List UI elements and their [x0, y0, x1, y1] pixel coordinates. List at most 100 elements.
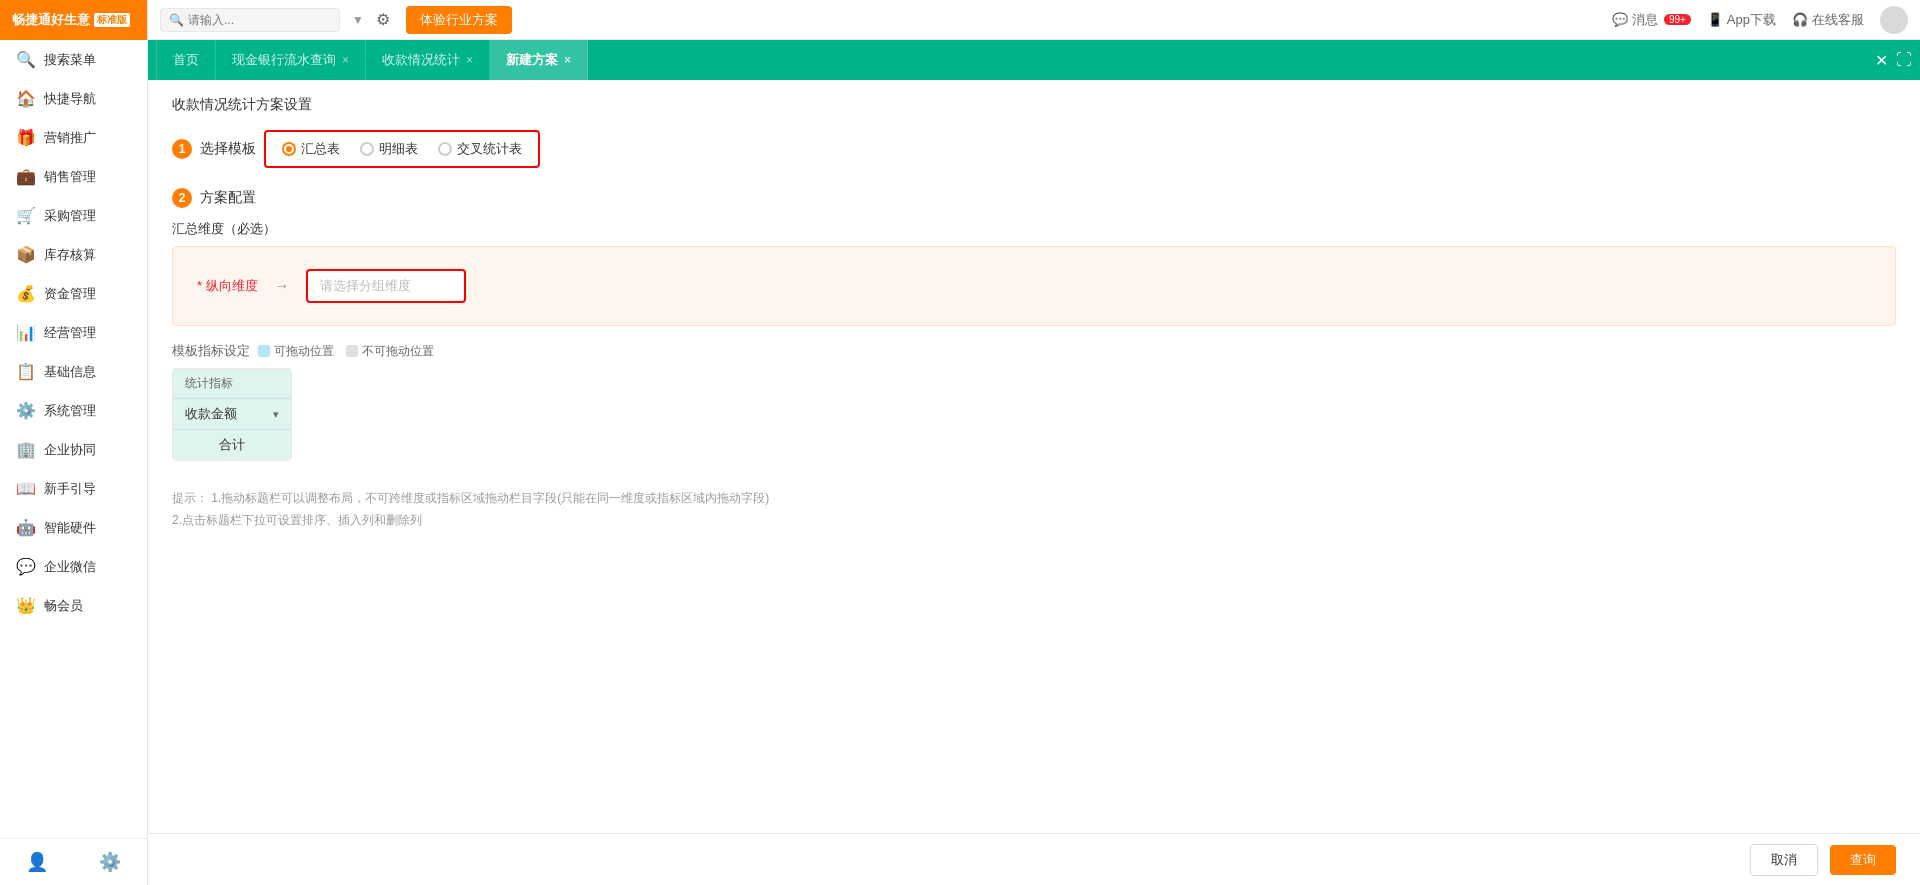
sidebar-item-guide[interactable]: 📖新手引导	[0, 469, 147, 508]
tab-close-cashflow[interactable]: ×	[342, 53, 349, 67]
sidebar-item-purchase[interactable]: 🛒采购管理	[0, 196, 147, 235]
draggable-dot	[258, 345, 270, 357]
notification-badge: 99+	[1664, 14, 1691, 25]
sidebar-item-sales[interactable]: 💼销售管理	[0, 157, 147, 196]
topbar-right: 💬 消息 99+ 📱 App下载 🎧 在线客服	[1612, 6, 1908, 34]
stats-table: 统计指标 收款金额 ▾ 合计	[172, 368, 292, 461]
sidebar-icon-finance: 💰	[16, 284, 36, 303]
avatar[interactable]	[1880, 6, 1908, 34]
radio-cross-circle	[438, 142, 452, 156]
sidebar-icon-quick-nav: 🏠	[16, 89, 36, 108]
sidebar-label-member: 畅会员	[44, 597, 83, 615]
template-radio-group: 汇总表 明细表 交叉统计表	[264, 130, 540, 168]
tip-line1: 提示： 1.拖动标题栏可以调整布局，不可跨维度或指标区域拖动栏目字段(只能在同一…	[172, 488, 1896, 510]
query-button[interactable]: 查询	[1830, 845, 1896, 875]
tab-label-cashflow: 现金银行流水查询	[232, 51, 336, 69]
sidebar-item-enterprise[interactable]: 🏢企业协同	[0, 430, 147, 469]
sidebar-icon-enterprise: 🏢	[16, 440, 36, 459]
draggable-label: 可拖动位置	[274, 343, 334, 360]
logo-text: 畅捷通好生意	[12, 11, 90, 29]
sidebar-item-operations[interactable]: 📊经营管理	[0, 313, 147, 352]
sidebar-label-basic-info: 基础信息	[44, 363, 96, 381]
radio-cross[interactable]: 交叉统计表	[438, 140, 522, 158]
nav-tab-home[interactable]: 首页	[156, 40, 216, 80]
nav-tabs: 首页现金银行流水查询×收款情况统计×新建方案× ✕ ⛶	[148, 40, 1920, 80]
industry-btn[interactable]: 体验行业方案	[406, 6, 512, 34]
topbar-search-box[interactable]: 🔍	[160, 8, 340, 32]
step2-label: 方案配置	[200, 189, 256, 207]
sidebar-label-finance: 资金管理	[44, 285, 96, 303]
radio-detail-circle	[360, 142, 374, 156]
dimension-selector[interactable]: 请选择分组维度	[306, 269, 466, 303]
close-window-icon[interactable]: ✕	[1875, 51, 1888, 70]
nav-tabs-right: ✕ ⛶	[1875, 51, 1912, 70]
nav-tab-cashflow[interactable]: 现金银行流水查询 ×	[216, 40, 366, 80]
radio-detail[interactable]: 明细表	[360, 140, 418, 158]
footer-bar: 取消 查询	[148, 833, 1920, 885]
radio-detail-label: 明细表	[379, 140, 418, 158]
radio-cross-label: 交叉统计表	[457, 140, 522, 158]
stats-table-body: 合计	[173, 430, 291, 460]
sidebar-label-quick-nav: 快捷导航	[44, 90, 96, 108]
tab-label-payment-stat: 收款情况统计	[382, 51, 460, 69]
sidebar-item-inventory[interactable]: 📦库存核算	[0, 235, 147, 274]
tab-close-payment-stat[interactable]: ×	[466, 53, 473, 67]
indicator-title: 模板指标设定	[172, 342, 250, 360]
sidebar: 畅捷通好生意 标准版 🔍搜索菜单🏠快捷导航🎁营销推广💼销售管理🛒采购管理📦库存核…	[0, 0, 148, 885]
topbar-dropdown-icon[interactable]: ▼	[352, 13, 364, 27]
sidebar-bottom-right[interactable]: ⚙️	[74, 847, 148, 877]
sidebar-item-finance[interactable]: 💰 资金管理	[0, 274, 147, 313]
radio-summary[interactable]: 汇总表	[282, 140, 340, 158]
tab-close-new-plan[interactable]: ×	[564, 53, 571, 67]
sidebar-item-search-menu[interactable]: 🔍搜索菜单	[0, 40, 147, 79]
sidebar-item-smart-hw[interactable]: 🤖智能硬件	[0, 508, 147, 547]
step1-section: 1 选择模板 汇总表 明细表 交叉统计表	[172, 130, 1896, 168]
messages-item[interactable]: 💬 消息 99+	[1612, 11, 1691, 29]
legend-draggable: 可拖动位置	[258, 343, 334, 360]
sidebar-icon-operations: 📊	[16, 323, 36, 342]
nav-tab-payment-stat[interactable]: 收款情况统计 ×	[366, 40, 490, 80]
sidebar-bottom-left[interactable]: 👤	[0, 847, 74, 877]
gear-icon[interactable]: ⚙	[376, 10, 390, 29]
sidebar-icon-search-menu: 🔍	[16, 50, 36, 69]
service-icon: 🎧	[1792, 12, 1808, 27]
step1-header: 1 选择模板 汇总表 明细表 交叉统计表	[172, 130, 1896, 168]
dimension-subtitle: 汇总维度（必选）	[172, 220, 1896, 238]
sidebar-item-system[interactable]: ⚙️系统管理	[0, 391, 147, 430]
online-service-label: 在线客服	[1812, 11, 1864, 29]
sidebar-item-wechat[interactable]: 💬企业微信	[0, 547, 147, 586]
sidebar-label-inventory: 库存核算	[44, 246, 96, 264]
sidebar-item-marketing[interactable]: 🎁营销推广	[0, 118, 147, 157]
stats-col-header: 统计指标	[185, 376, 233, 390]
indicator-settings: 模板指标设定 可拖动位置 不可拖动位置	[172, 342, 1896, 464]
dimension-area: 纵向维度 → 请选择分组维度	[172, 246, 1896, 326]
sidebar-item-quick-nav[interactable]: 🏠 快捷导航	[0, 79, 147, 118]
config-section: 汇总维度（必选） 纵向维度 → 请选择分组维度 模板指标设定	[172, 220, 1896, 531]
row-label: 合计	[219, 437, 245, 452]
sidebar-icon-marketing: 🎁	[16, 128, 36, 147]
tip-line2: 2.点击标题栏下拉可设置排序、插入列和删除列	[172, 510, 1896, 532]
sidebar-icon-wechat: 💬	[16, 557, 36, 576]
sidebar-item-member[interactable]: 👑 畅会员	[0, 586, 147, 625]
maximize-icon[interactable]: ⛶	[1896, 51, 1912, 70]
radio-summary-label: 汇总表	[301, 140, 340, 158]
fixed-dot	[346, 345, 358, 357]
sidebar-icon-member: 👑	[16, 596, 36, 615]
search-input[interactable]	[188, 13, 318, 27]
message-icon: 💬	[1612, 12, 1628, 27]
app-icon: 📱	[1707, 12, 1723, 27]
page-title: 收款情况统计方案设置	[172, 96, 1896, 114]
cancel-button[interactable]: 取消	[1750, 844, 1818, 876]
app-download-item[interactable]: 📱 App下载	[1707, 11, 1776, 29]
online-service-item[interactable]: 🎧 在线客服	[1792, 11, 1864, 29]
step1-label: 选择模板	[200, 140, 256, 158]
topbar: 🔍 ▼ ⚙ 体验行业方案 💬 消息 99+ 📱 App下载 🎧 在线客服	[148, 0, 1920, 40]
sidebar-item-basic-info[interactable]: 📋 基础信息	[0, 352, 147, 391]
sidebar-icon-basic-info: 📋	[16, 362, 36, 381]
nav-tab-new-plan[interactable]: 新建方案×	[490, 40, 588, 80]
tab-label-home: 首页	[173, 51, 199, 69]
tips-section: 提示： 1.拖动标题栏可以调整布局，不可跨维度或指标区域拖动栏目字段(只能在同一…	[172, 488, 1896, 531]
stats-table-col-header[interactable]: 收款金额 ▾	[173, 399, 291, 430]
col-label: 收款金额	[185, 405, 237, 423]
radio-summary-circle	[282, 142, 296, 156]
